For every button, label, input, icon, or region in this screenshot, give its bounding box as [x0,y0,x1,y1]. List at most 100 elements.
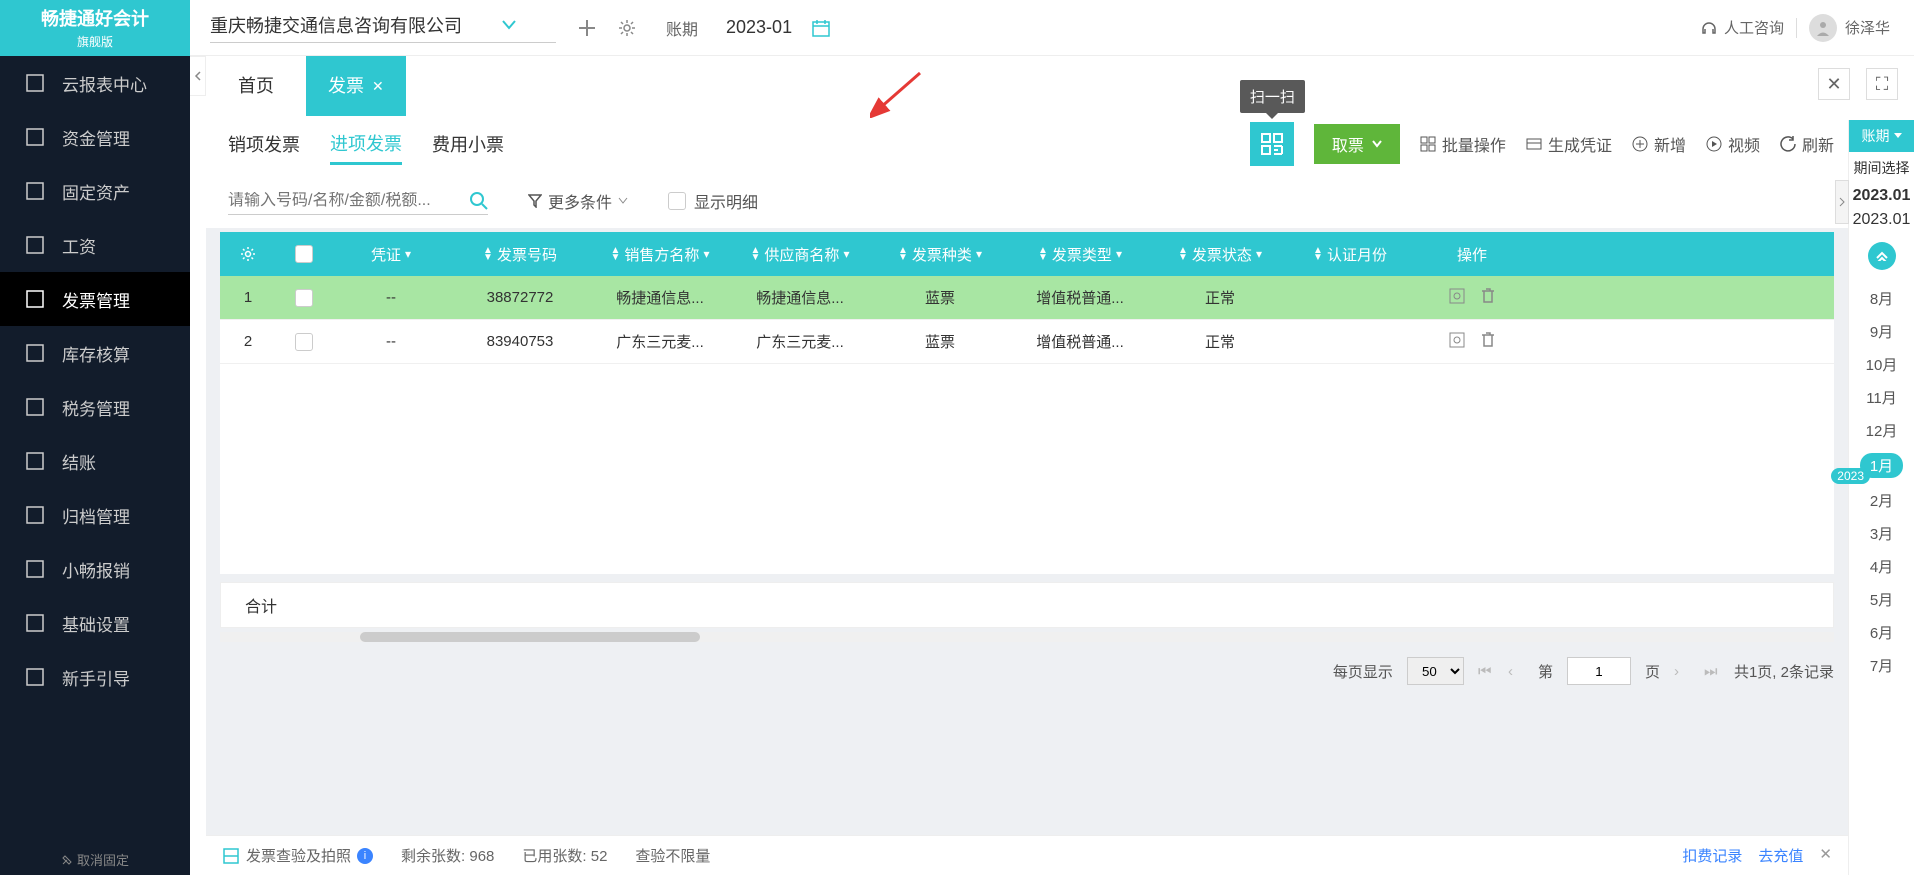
sort-icon[interactable]: ▲▼ [898,247,908,261]
prev-page-button[interactable]: ‹ [1508,663,1524,680]
col-voucher[interactable]: 凭证▾ [332,244,450,265]
rail-month[interactable]: 8月 [1849,282,1914,315]
col-verify-month[interactable]: ▲▼认证月份 [1290,244,1410,265]
close-all-tabs-button[interactable]: ✕ [1818,68,1850,100]
more-conditions-button[interactable]: 更多条件 [528,189,628,213]
delete-icon[interactable] [1481,288,1495,308]
filter-icon[interactable]: ▾ [1116,247,1122,261]
rail-scroll-up[interactable] [1868,242,1896,270]
horizontal-scrollbar[interactable] [220,632,1834,642]
sidebar-item-salary[interactable]: 工资 [0,218,190,272]
rail-month[interactable]: 5月 [1849,583,1914,616]
col-supplier[interactable]: ▲▼供应商名称▾ [730,244,870,265]
subtab-expense[interactable]: 费用小票 [432,131,504,163]
gear-icon[interactable] [616,17,638,39]
rail-year-2[interactable]: 2023.01 [1849,208,1914,232]
first-page-button[interactable]: ⏮ [1478,663,1494,680]
add-button[interactable]: 新增 [1632,132,1686,156]
col-invoice-kind[interactable]: ▲▼发票种类▾ [870,244,1010,265]
row-checkbox[interactable] [276,333,332,351]
rail-month[interactable]: 2月 [1849,484,1914,517]
checkbox-icon[interactable] [668,192,686,210]
page-input[interactable] [1567,657,1631,685]
sidebar-item-settings[interactable]: 基础设置 [0,596,190,650]
subtab-input[interactable]: 进项发票 [330,130,402,165]
support-button[interactable]: 人工咨询 [1700,17,1784,38]
fetch-invoice-button[interactable]: 取票 [1314,124,1400,164]
sort-icon[interactable]: ▲▼ [1313,247,1323,261]
qr-scan-button[interactable]: 扫一扫 [1250,122,1294,166]
col-invoice-type[interactable]: ▲▼发票类型▾ [1010,244,1150,265]
video-button[interactable]: 视频 [1706,132,1760,156]
filter-icon[interactable]: ▾ [843,247,849,261]
delete-icon[interactable] [1481,332,1495,352]
deduct-record-link[interactable]: 扣费记录 [1682,845,1742,866]
row-checkbox[interactable] [276,289,332,307]
recharge-link[interactable]: 去充值 [1758,845,1803,866]
view-icon[interactable] [1449,332,1465,352]
sort-icon[interactable]: ▲▼ [1038,247,1048,261]
last-page-button[interactable]: ⏭ [1704,663,1720,680]
rail-year-1[interactable]: 2023.01 [1849,184,1914,208]
col-invoice-status[interactable]: ▲▼发票状态▾ [1150,244,1290,265]
filter-icon[interactable]: ▾ [703,247,709,261]
add-icon[interactable] [576,17,598,39]
fullscreen-button[interactable]: ⛶ [1866,68,1898,100]
close-footer-button[interactable]: ✕ [1819,845,1832,866]
sidebar-item-chart[interactable]: 云报表中心 [0,56,190,110]
filter-icon[interactable]: ▾ [976,247,982,261]
sidebar-pin-toggle[interactable]: 取消固定 [61,850,129,869]
rail-month[interactable]: 7月 [1849,649,1914,682]
sidebar-item-close-acc[interactable]: 结账 [0,434,190,488]
sidebar-item-tax[interactable]: 税务管理 [0,380,190,434]
verify-label[interactable]: 发票查验及拍照 [246,845,351,866]
rail-period-button[interactable]: 账期 [1849,120,1914,152]
calendar-icon[interactable] [810,17,832,39]
rail-month[interactable]: 3月 [1849,517,1914,550]
refresh-button[interactable]: 刷新 [1780,132,1834,156]
table-row[interactable]: 2--83940753广东三元麦...广东三元麦...蓝票增值税普通...正常 [220,320,1834,364]
batch-action-button[interactable]: 批量操作 [1420,132,1506,156]
scrollbar-thumb[interactable] [360,632,700,642]
sidebar-item-archive[interactable]: 归档管理 [0,488,190,542]
tab-invoice[interactable]: 发票 ✕ [306,56,406,116]
tab-home[interactable]: 首页 [216,56,296,116]
rail-collapse-button[interactable] [1835,180,1849,224]
tab-close-icon[interactable]: ✕ [372,56,384,116]
rail-month[interactable]: 9月 [1849,315,1914,348]
sidebar-item-invoice[interactable]: 发票管理 [0,272,190,326]
generate-voucher-button[interactable]: 生成凭证 [1526,132,1612,156]
col-seller[interactable]: ▲▼销售方名称▾ [590,244,730,265]
next-page-button[interactable]: › [1674,663,1690,680]
sidebar-item-reimburse[interactable]: 小畅报销 [0,542,190,596]
sidebar-item-building[interactable]: 固定资产 [0,164,190,218]
show-detail-toggle[interactable]: 显示明细 [668,189,758,213]
filter-icon[interactable]: ▾ [1256,247,1262,261]
filter-icon[interactable]: ▾ [405,247,411,261]
sort-icon[interactable]: ▲▼ [611,247,621,261]
sort-icon[interactable]: ▲▼ [1178,247,1188,261]
select-all-checkbox[interactable] [276,245,332,263]
sidebar-item-stock[interactable]: 库存核算 [0,326,190,380]
per-page-select[interactable]: 50 [1407,657,1464,685]
col-invoice-number[interactable]: ▲▼发票号码 [450,244,590,265]
table-row[interactable]: 1--38872772畅捷通信息...畅捷通信息...蓝票增值税普通...正常 [220,276,1834,320]
rail-month[interactable]: 10月 [1849,348,1914,381]
sidebar-item-funds[interactable]: 资金管理 [0,110,190,164]
search-input[interactable] [228,192,464,210]
rail-month[interactable]: 4月 [1849,550,1914,583]
subtab-output[interactable]: 销项发票 [228,131,300,163]
sort-icon[interactable]: ▲▼ [483,247,493,261]
view-icon[interactable] [1449,288,1465,308]
sidebar-collapse-button[interactable] [190,56,206,96]
user-menu[interactable]: 徐泽华 [1809,14,1890,42]
rail-month[interactable]: 12月 [1849,414,1914,447]
building-icon [24,180,46,202]
sidebar-item-guide[interactable]: 新手引导 [0,650,190,704]
column-settings-button[interactable] [220,246,276,262]
sort-icon[interactable]: ▲▼ [751,247,761,261]
rail-month[interactable]: 11月 [1849,381,1914,414]
search-icon[interactable] [470,192,488,215]
company-selector[interactable]: 重庆畅捷交通信息咨询有限公司 [210,12,556,43]
rail-month[interactable]: 6月 [1849,616,1914,649]
